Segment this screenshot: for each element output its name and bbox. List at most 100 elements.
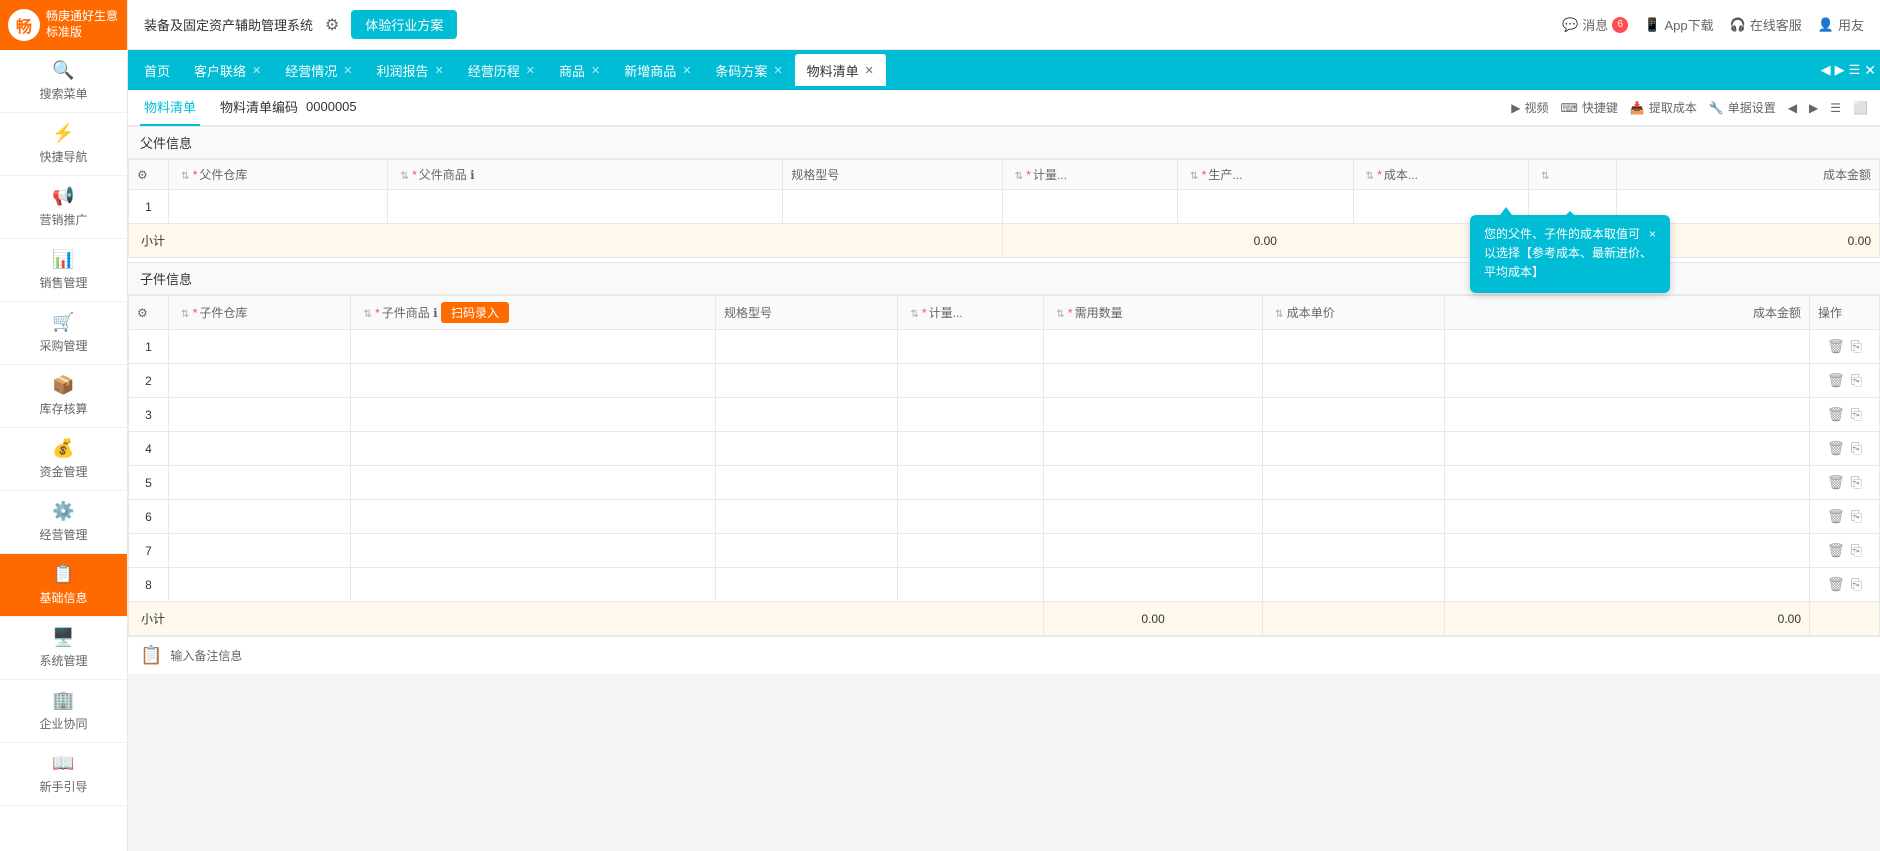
delete-icon[interactable]: 🗑 xyxy=(1827,542,1845,559)
bottom-label[interactable]: 输入备注信息 xyxy=(170,647,242,664)
delete-icon[interactable]: 🗑 xyxy=(1827,440,1845,457)
parent-product-cell[interactable] xyxy=(388,190,783,224)
child-product-cell[interactable] xyxy=(351,500,716,534)
tab-close-bom[interactable]: ✕ xyxy=(865,64,874,77)
child-spec-cell[interactable] xyxy=(715,568,897,602)
child-unit-cost-cell[interactable] xyxy=(1262,568,1444,602)
tab-home[interactable]: 首页 xyxy=(132,54,182,86)
parent-production-cell[interactable] xyxy=(1178,190,1353,224)
tab-close-ops[interactable]: ✕ xyxy=(343,64,352,77)
child-warehouse-cell[interactable] xyxy=(169,364,351,398)
tab-close-history[interactable]: ✕ xyxy=(526,64,535,77)
sidebar-item-purchase[interactable]: 🛒 采购管理 xyxy=(0,302,127,365)
copy-icon[interactable]: ⎘ xyxy=(1851,372,1862,389)
child-product-cell[interactable] xyxy=(351,568,716,602)
child-qty-cell[interactable] xyxy=(1044,364,1263,398)
child-unit-cell[interactable] xyxy=(898,534,1044,568)
child-unit-cell[interactable] xyxy=(898,330,1044,364)
message-button[interactable]: 💬 消息 6 xyxy=(1562,15,1628,34)
delete-icon[interactable]: 🗑 xyxy=(1827,576,1845,593)
child-unit-cost-cell[interactable] xyxy=(1262,432,1444,466)
tab-new-goods[interactable]: 新增商品 ✕ xyxy=(612,54,703,86)
view-toggle[interactable]: ☰ xyxy=(1830,101,1841,115)
child-spec-cell[interactable] xyxy=(715,466,897,500)
tab-close-all[interactable]: ✕ xyxy=(1864,62,1876,79)
copy-icon[interactable]: ⎘ xyxy=(1851,542,1862,559)
sidebar-item-finance[interactable]: 💰 资金管理 xyxy=(0,428,127,491)
nav-next[interactable]: ▶ xyxy=(1809,101,1818,115)
tab-profit[interactable]: 利润报告 ✕ xyxy=(364,54,455,86)
delete-icon[interactable]: 🗑 xyxy=(1827,474,1845,491)
video-button[interactable]: ▶ 视频 xyxy=(1511,99,1548,116)
sidebar-item-enterprise[interactable]: 🏢 企业协同 xyxy=(0,680,127,743)
parent-unit-cell[interactable] xyxy=(1002,190,1177,224)
copy-icon[interactable]: ⎘ xyxy=(1851,440,1862,457)
tab-close-customer[interactable]: ✕ xyxy=(252,64,261,77)
child-spec-cell[interactable] xyxy=(715,398,897,432)
tab-close-goods[interactable]: ✕ xyxy=(591,64,600,77)
child-warehouse-cell[interactable] xyxy=(169,500,351,534)
child-qty-cell[interactable] xyxy=(1044,398,1263,432)
child-unit-cost-cell[interactable] xyxy=(1262,398,1444,432)
child-product-cell[interactable] xyxy=(351,466,716,500)
child-warehouse-cell[interactable] xyxy=(169,534,351,568)
child-spec-cell[interactable] xyxy=(715,364,897,398)
child-product-cell[interactable] xyxy=(351,432,716,466)
delete-icon[interactable]: 🗑 xyxy=(1827,372,1845,389)
delete-icon[interactable]: 🗑 xyxy=(1827,508,1845,525)
tooltip-close-button[interactable]: × xyxy=(1649,225,1656,244)
copy-icon[interactable]: ⎘ xyxy=(1851,474,1862,491)
tab-next-button[interactable]: ▶ xyxy=(1835,62,1845,78)
child-warehouse-cell[interactable] xyxy=(169,330,351,364)
child-product-cell[interactable] xyxy=(351,534,716,568)
sidebar-item-quick-nav[interactable]: ⚡ 快捷导航 xyxy=(0,113,127,176)
child-qty-cell[interactable] xyxy=(1044,466,1263,500)
child-qty-cell[interactable] xyxy=(1044,568,1263,602)
tab-customer[interactable]: 客户联络 ✕ xyxy=(182,54,273,86)
child-spec-cell[interactable] xyxy=(715,500,897,534)
scan-button[interactable]: 扫码录入 xyxy=(441,302,509,323)
tab-bom[interactable]: 物料清单 ✕ xyxy=(795,54,886,86)
child-spec-cell[interactable] xyxy=(715,432,897,466)
child-warehouse-cell[interactable] xyxy=(169,398,351,432)
online-service-button[interactable]: 🎧 在线客服 xyxy=(1730,15,1802,34)
child-product-cell[interactable] xyxy=(351,364,716,398)
trial-button[interactable]: 体验行业方案 xyxy=(351,10,457,39)
tab-close-new-goods[interactable]: ✕ xyxy=(682,64,691,77)
child-unit-cost-cell[interactable] xyxy=(1262,466,1444,500)
settings-icon[interactable]: ⚙ xyxy=(325,15,339,35)
extract-cost-button[interactable]: 📥 提取成本 xyxy=(1630,99,1697,116)
child-qty-cell[interactable] xyxy=(1044,432,1263,466)
child-unit-cell[interactable] xyxy=(898,364,1044,398)
child-unit-cell[interactable] xyxy=(898,500,1044,534)
child-unit-cost-cell[interactable] xyxy=(1262,500,1444,534)
child-product-cell[interactable] xyxy=(351,398,716,432)
child-product-cell[interactable] xyxy=(351,330,716,364)
child-warehouse-cell[interactable] xyxy=(169,568,351,602)
sidebar-item-sales[interactable]: 📊 销售管理 xyxy=(0,239,127,302)
tab-operations-status[interactable]: 经营情况 ✕ xyxy=(273,54,364,86)
delete-icon[interactable]: 🗑 xyxy=(1827,338,1845,355)
copy-icon[interactable]: ⎘ xyxy=(1851,576,1862,593)
child-qty-cell[interactable] xyxy=(1044,534,1263,568)
tab-goods[interactable]: 商品 ✕ xyxy=(547,54,612,86)
sidebar-item-marketing[interactable]: 📢 营销推广 xyxy=(0,176,127,239)
app-download-button[interactable]: 📱 App下载 xyxy=(1644,15,1713,34)
tab-prev-button[interactable]: ◀ xyxy=(1821,62,1831,78)
parent-spec-cell[interactable] xyxy=(783,190,1002,224)
child-unit-cost-cell[interactable] xyxy=(1262,364,1444,398)
copy-icon[interactable]: ⎘ xyxy=(1851,338,1862,355)
sidebar-item-system[interactable]: 🖥️ 系统管理 xyxy=(0,617,127,680)
child-spec-cell[interactable] xyxy=(715,330,897,364)
child-qty-cell[interactable] xyxy=(1044,500,1263,534)
child-unit-cell[interactable] xyxy=(898,432,1044,466)
delete-icon[interactable]: 🗑 xyxy=(1827,406,1845,423)
child-unit-cost-cell[interactable] xyxy=(1262,534,1444,568)
sidebar-item-basic-info[interactable]: 📋 基础信息 xyxy=(0,554,127,617)
tab-close-profit[interactable]: ✕ xyxy=(435,64,444,77)
shortcuts-button[interactable]: ⌨ 快捷键 xyxy=(1561,99,1618,116)
tab-menu-button[interactable]: ☰ xyxy=(1849,62,1861,78)
sidebar-item-inventory[interactable]: 📦 库存核算 xyxy=(0,365,127,428)
parent-warehouse-cell[interactable] xyxy=(169,190,388,224)
fullscreen[interactable]: ⬜ xyxy=(1853,101,1868,115)
